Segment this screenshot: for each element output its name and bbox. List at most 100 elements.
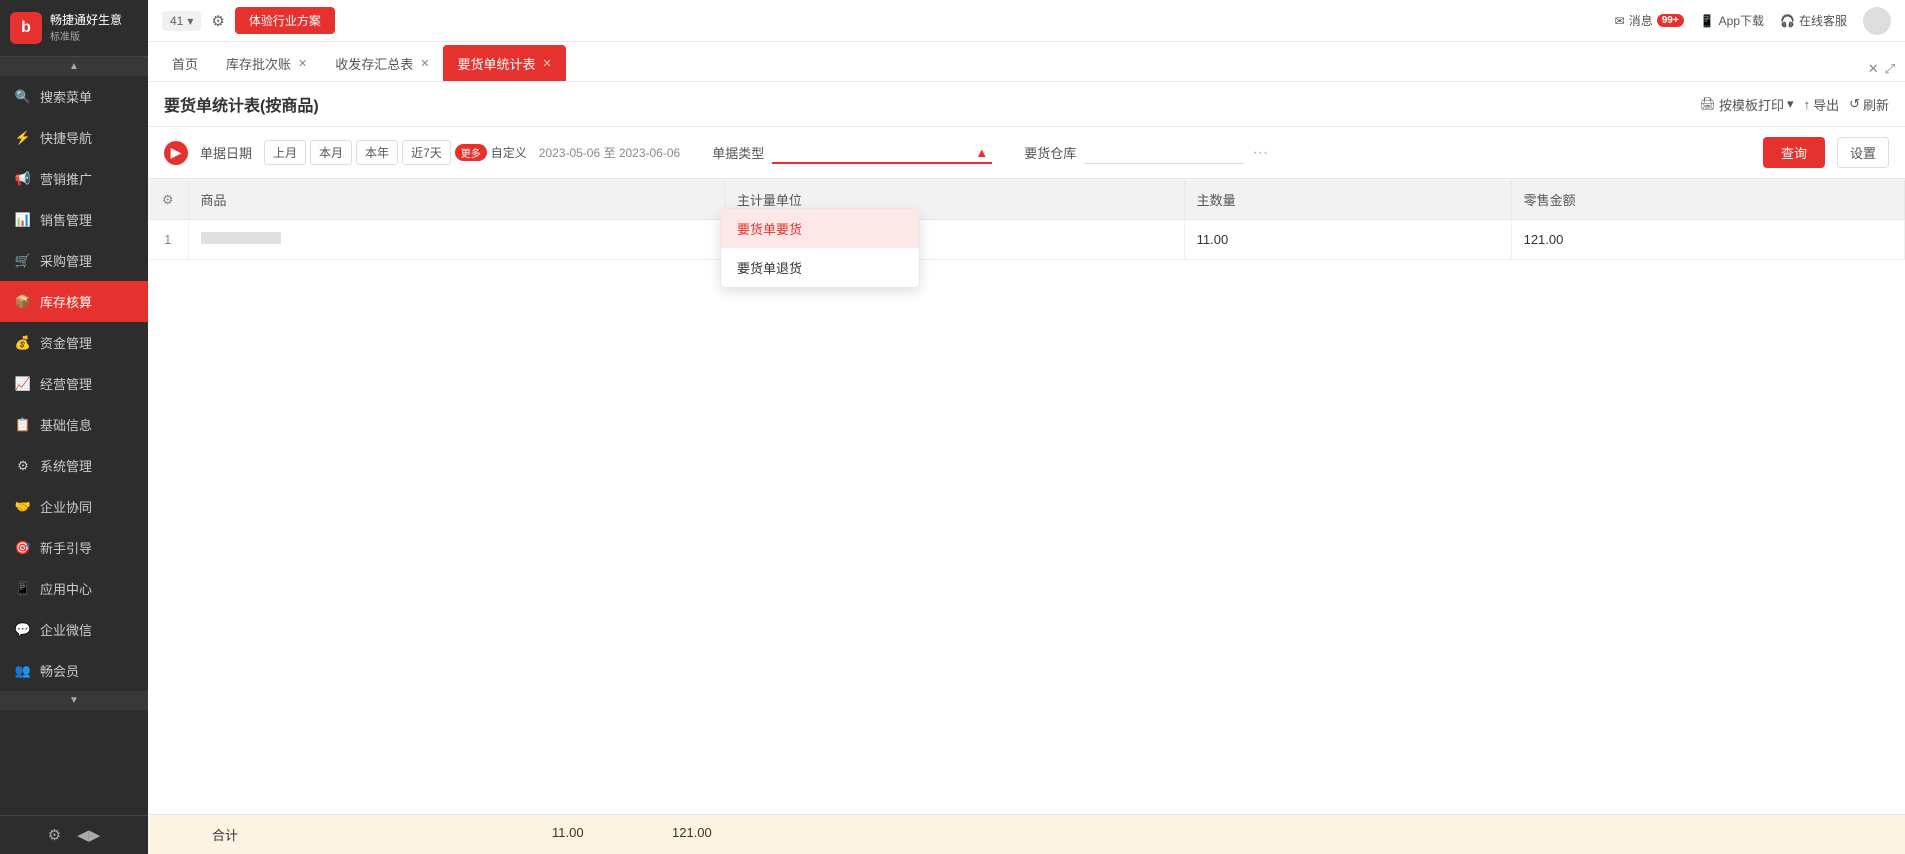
query-btn[interactable]: 查询 xyxy=(1763,137,1825,168)
footer-qty: 11.00 xyxy=(540,825,660,844)
type-filter-arrow[interactable]: ▲ xyxy=(975,145,988,160)
app-download-btn[interactable]: 📱 App下载 xyxy=(1700,12,1764,29)
phone-icon: 📱 xyxy=(1700,14,1715,28)
page-header-actions: 🖨 按模板打印 ▾ ↑ 导出 ↺ 刷新 xyxy=(1700,95,1890,114)
close-all-icon[interactable]: ✕ xyxy=(1868,61,1879,77)
sidebar-item-10[interactable]: 🤝 企业协同 xyxy=(0,486,148,527)
sidebar-item-5[interactable]: 📦 库存核算 xyxy=(0,281,148,322)
col-settings[interactable]: ⚙ xyxy=(148,180,188,220)
sidebar-item-8[interactable]: 📋 基础信息 xyxy=(0,404,148,445)
trial-btn[interactable]: 体验行业方案 xyxy=(235,7,335,34)
tab-0[interactable]: 首页 xyxy=(158,45,212,81)
brand-sub: 标准版 xyxy=(50,28,122,43)
sidebar-item-9[interactable]: ⚙ 系统管理 xyxy=(0,445,148,486)
filter-expand-btn[interactable]: ▶ xyxy=(164,141,188,165)
nav-label-6: 资金管理 xyxy=(40,333,92,352)
date-btn-this-month[interactable]: 本月 xyxy=(310,140,352,165)
nav-icon-12: 📱 xyxy=(14,580,32,598)
date-btn-last-month[interactable]: 上月 xyxy=(264,140,306,165)
print-btn[interactable]: 🖨 按模板打印 ▾ xyxy=(1700,95,1794,114)
sidebar-bottom: ⚙ ◀▶ xyxy=(0,815,148,854)
online-service-btn[interactable]: 🎧 在线客服 xyxy=(1780,12,1847,29)
nav-label-5: 库存核算 xyxy=(40,292,92,311)
tab-close-3[interactable]: ✕ xyxy=(543,57,552,70)
sidebar-item-2[interactable]: 📢 营销推广 xyxy=(0,158,148,199)
custom-date-btn[interactable]: 自定义 xyxy=(491,144,527,161)
header-settings-icon[interactable]: ⚙ xyxy=(211,12,224,30)
filter-more-btn[interactable]: ··· xyxy=(1252,144,1268,162)
nav-icon-1: ⚡ xyxy=(14,129,32,147)
data-table: ⚙ 商品 主计量单位 主数量 零售金额 1 块 11.00 121.00 xyxy=(148,180,1905,260)
nav-label-8: 基础信息 xyxy=(40,415,92,434)
filter-area: ▶ 单据日期 上月 本月 本年 近7天 更多 自定义 2023-05-06 至 … xyxy=(148,127,1905,179)
page-content: 要货单统计表(按商品) 🖨 按模板打印 ▾ ↑ 导出 ↺ 刷新 ▶ xyxy=(148,82,1905,854)
date-btn-this-year[interactable]: 本年 xyxy=(356,140,398,165)
collapse-icon[interactable]: ◀▶ xyxy=(77,826,100,844)
sidebar-item-1[interactable]: ⚡ 快捷导航 xyxy=(0,117,148,158)
tab-2[interactable]: 收发存汇总表 ✕ xyxy=(321,45,443,81)
messages-badge: 99+ xyxy=(1657,14,1684,27)
app-download-label: App下载 xyxy=(1719,12,1764,29)
export-icon: ↑ xyxy=(1804,97,1811,112)
sidebar-scroll-down[interactable]: ▼ xyxy=(0,691,148,710)
table-row-0: 1 块 11.00 121.00 xyxy=(148,220,1905,260)
filter-warehouse-section: 要货仓库 ··· xyxy=(1024,142,1268,164)
sidebar-logo: b 畅捷通好生意 标准版 xyxy=(0,0,148,57)
table-wrapper: ⚙ 商品 主计量单位 主数量 零售金额 1 块 11.00 121.00 xyxy=(148,180,1905,814)
date-filter-label: 单据日期 xyxy=(200,143,252,162)
nav-icon-13: 💬 xyxy=(14,621,32,639)
tab-1[interactable]: 库存批次账✕ xyxy=(212,45,321,81)
tab-count: 41 xyxy=(170,14,183,28)
column-settings-icon[interactable]: ⚙ xyxy=(160,192,176,208)
nav-label-14: 畅会员 xyxy=(40,661,79,680)
cell-amount-0: 121.00 xyxy=(1511,220,1904,260)
dropdown-item-0[interactable]: 要货单要货 xyxy=(721,209,919,248)
nav-icon-3: 📊 xyxy=(14,211,32,229)
footer-total-label: 合计 xyxy=(200,825,420,844)
type-filter-input[interactable] xyxy=(772,141,992,164)
sidebar: b 畅捷通好生意 标准版 ▲ 🔍 搜索菜单 ⚡ 快捷导航 📢 营销推广 📊 销售… xyxy=(0,0,148,854)
main-area: 41 ▾ ⚙ 体验行业方案 ✉ 消息 99+ 📱 App下载 🎧 在线客服 首页… xyxy=(148,0,1905,854)
nav-label-2: 营销推广 xyxy=(40,169,92,188)
sidebar-item-4[interactable]: 🛒 采购管理 xyxy=(0,240,148,281)
page-title: 要货单统计表(按商品) xyxy=(164,92,319,116)
sidebar-item-6[interactable]: 💰 资金管理 xyxy=(0,322,148,363)
tab-count-selector[interactable]: 41 ▾ xyxy=(162,11,201,31)
filter-settings-btn[interactable]: 设置 xyxy=(1837,137,1889,168)
sidebar-item-14[interactable]: 👥 畅会员 xyxy=(0,650,148,691)
tab-label-3: 要货单统计表 xyxy=(457,54,535,73)
export-btn[interactable]: ↑ 导出 xyxy=(1804,95,1840,114)
tab-3[interactable]: 要货单统计表 ✕ xyxy=(443,45,565,81)
refresh-btn[interactable]: ↺ 刷新 xyxy=(1849,95,1889,114)
nav-label-7: 经营管理 xyxy=(40,374,92,393)
sidebar-item-3[interactable]: 📊 销售管理 xyxy=(0,199,148,240)
filter-type-section: 单据类型 ▲ xyxy=(712,141,992,164)
nav-icon-8: 📋 xyxy=(14,416,32,434)
sidebar-item-11[interactable]: 🎯 新手引导 xyxy=(0,527,148,568)
nav-label-13: 企业微信 xyxy=(40,620,92,639)
tab-close-1[interactable]: ✕ xyxy=(298,57,307,70)
sidebar-scroll-up[interactable]: ▲ xyxy=(0,57,148,76)
sidebar-item-7[interactable]: 📈 经营管理 xyxy=(0,363,148,404)
messages-btn[interactable]: ✉ 消息 99+ xyxy=(1615,12,1684,29)
sidebar-item-12[interactable]: 📱 应用中心 xyxy=(0,568,148,609)
tab-label-2: 收发存汇总表 xyxy=(335,54,413,73)
nav-label-12: 应用中心 xyxy=(40,579,92,598)
tab-close-2[interactable]: ✕ xyxy=(420,57,429,70)
warehouse-filter-input[interactable] xyxy=(1084,142,1244,164)
tabs-bar: 首页库存批次账✕ 收发存汇总表 ✕ 要货单统计表 ✕ ✕ ⤢ xyxy=(148,42,1905,82)
sidebar-item-0[interactable]: 🔍 搜索菜单 xyxy=(0,76,148,117)
nav-label-9: 系统管理 xyxy=(40,456,92,475)
dropdown-item-1[interactable]: 要货单退货 xyxy=(721,248,919,287)
sidebar-item-13[interactable]: 💬 企业微信 xyxy=(0,609,148,650)
nav-icon-9: ⚙ xyxy=(14,457,32,475)
maximize-icon[interactable]: ⤢ xyxy=(1885,61,1895,77)
nav-icon-14: 👥 xyxy=(14,662,32,680)
more-badge[interactable]: 更多 xyxy=(455,144,487,161)
settings-icon[interactable]: ⚙ xyxy=(48,826,61,844)
nav-icon-4: 🛒 xyxy=(14,252,32,270)
type-filter-label: 单据类型 xyxy=(712,143,764,162)
date-btn-last-7[interactable]: 近7天 xyxy=(402,140,451,165)
online-service-label: 在线客服 xyxy=(1799,12,1847,29)
avatar[interactable] xyxy=(1863,7,1891,35)
